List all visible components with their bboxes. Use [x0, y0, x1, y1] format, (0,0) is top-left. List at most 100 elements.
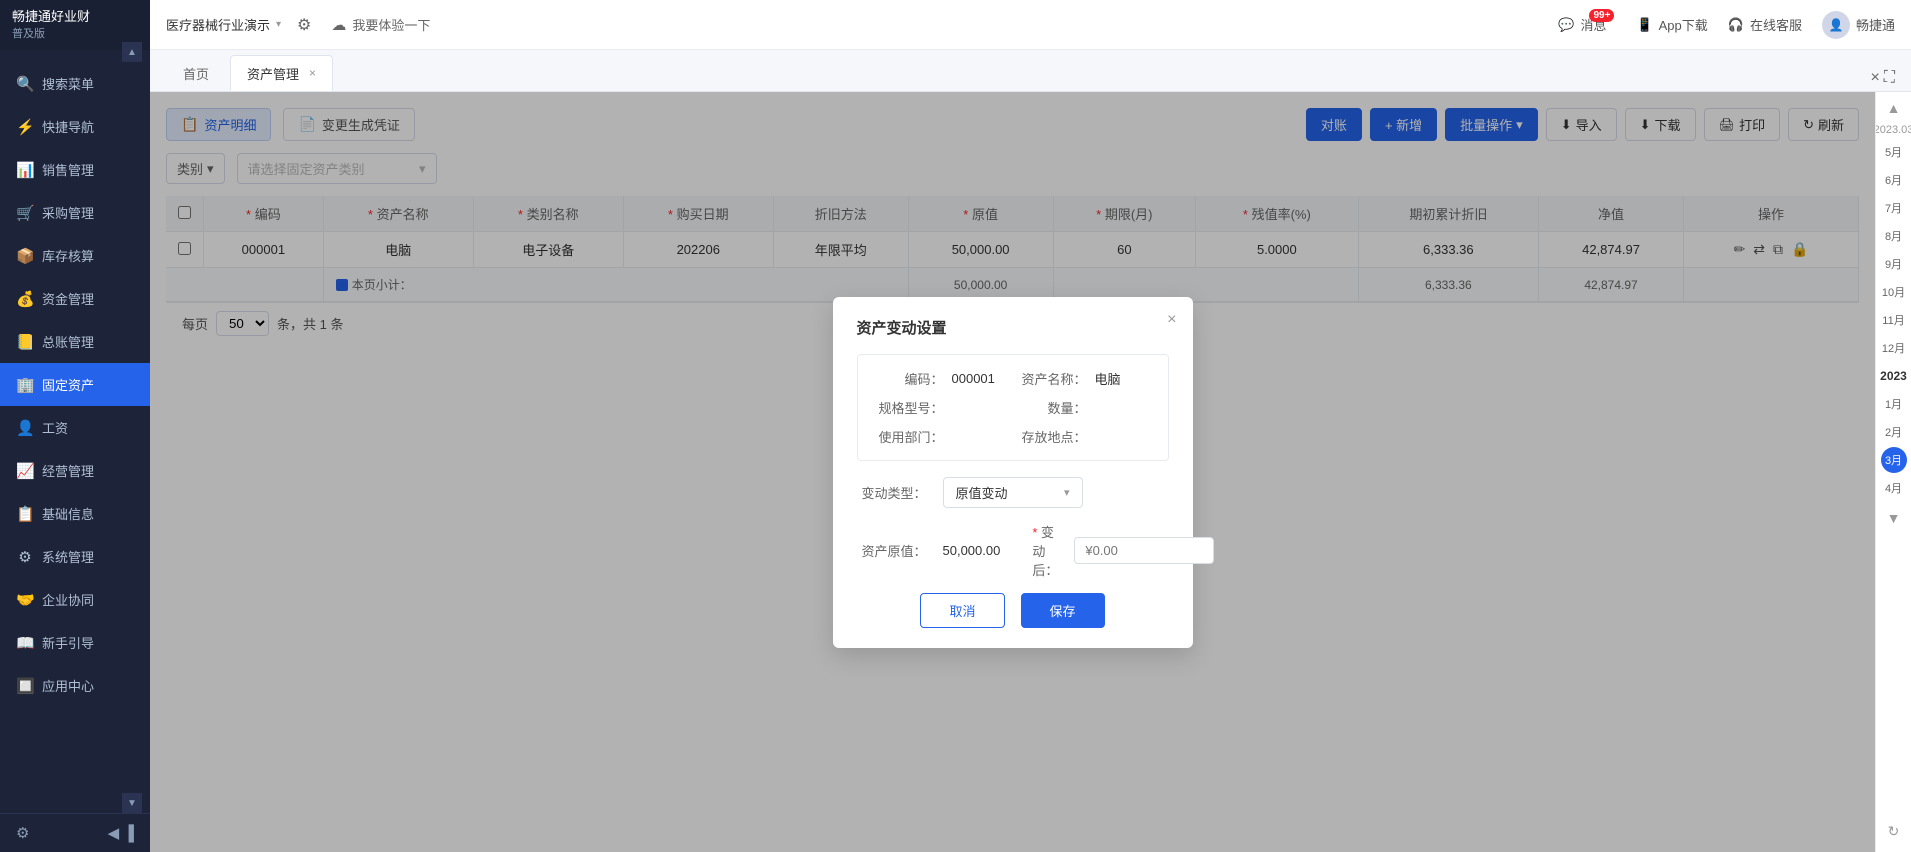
tab-expand-icon[interactable]: ×: [1870, 69, 1879, 87]
required-star: *: [1032, 525, 1037, 540]
sidebar-nav: 🔍 搜索菜单 ⚡ 快捷导航 📊 销售管理 🛒 采购管理 📦 库存核算 💰: [0, 62, 150, 793]
dialog-close-button[interactable]: ×: [1167, 311, 1176, 329]
company-selector[interactable]: 医疗器械行业演示 ▾: [166, 15, 281, 34]
sidebar: 畅捷通好业财 普及版 ▲ 🔍 搜索菜单 ⚡ 快捷导航 📊 销售管理 🛒 采购管理: [0, 0, 150, 852]
sidebar-item-base[interactable]: 📋 基础信息: [0, 492, 150, 535]
sidebar-item-system[interactable]: ⚙ 系统管理: [0, 535, 150, 578]
company-name: 医疗器械行业演示: [166, 15, 270, 34]
sidebar-item-label: 工资: [42, 418, 68, 437]
message-icon: 💬: [1558, 17, 1574, 33]
sidebar-item-search[interactable]: 🔍 搜索菜单: [0, 62, 150, 105]
settings-icon[interactable]: ⚙: [16, 824, 29, 842]
right-sidebar-refresh-icon[interactable]: ↻: [1888, 819, 1900, 848]
cloud-icon: ☁: [331, 16, 346, 34]
month-9[interactable]: 9月: [1879, 251, 1909, 277]
sidebar-item-label: 经营管理: [42, 461, 94, 480]
month-10[interactable]: 10月: [1879, 279, 1909, 305]
sidebar-item-label: 企业协同: [42, 590, 94, 609]
company-dropdown-arrow: ▾: [276, 19, 281, 30]
topbar-right: 💬 消息 99+ 📱 App下载 🎧 在线客服 👤 畅捷通: [1558, 11, 1895, 39]
tab-home[interactable]: 首页: [166, 55, 226, 91]
tab-close-icon[interactable]: ×: [309, 66, 316, 80]
app-download-button[interactable]: 📱 App下载: [1636, 15, 1707, 34]
service-label: 在线客服: [1750, 15, 1802, 34]
user-name: 畅捷通: [1856, 15, 1895, 34]
year-2023: 2023: [1879, 363, 1909, 389]
month-12[interactable]: 12月: [1879, 335, 1909, 361]
sidebar-item-corp[interactable]: 🤝 企业协同: [0, 578, 150, 621]
tab-fullscreen-icon[interactable]: ⛶: [1884, 69, 1895, 87]
logo-main-text: 畅捷通好业财: [12, 9, 90, 26]
month-2[interactable]: 2月: [1879, 419, 1909, 445]
service-icon: 🎧: [1728, 17, 1744, 33]
guide-icon: 📖: [16, 634, 34, 652]
experience-button[interactable]: ☁ 我要体验一下: [331, 15, 430, 34]
sidebar-item-nav[interactable]: ⚡ 快捷导航: [0, 105, 150, 148]
dialog-change-type-select[interactable]: 原值变动 ▾: [943, 477, 1083, 508]
dialog-name-value: 电脑: [1095, 369, 1152, 388]
right-sidebar-scroll-up[interactable]: ▲: [1887, 96, 1901, 120]
right-sidebar-scroll-down[interactable]: ▼: [1887, 506, 1901, 530]
sidebar-item-label: 系统管理: [42, 547, 94, 566]
dialog-name-label: 资产名称：: [1017, 369, 1087, 388]
dialog-row-spec-qty: 规格型号： 数量：: [874, 398, 1152, 417]
sidebar-item-label: 总账管理: [42, 332, 94, 351]
dialog-code-value: 000001: [952, 371, 1009, 386]
month-11[interactable]: 11月: [1879, 307, 1909, 333]
fixed-assets-icon: 🏢: [16, 376, 34, 394]
purchase-icon: 🛒: [16, 204, 34, 222]
month-5[interactable]: 5月: [1879, 139, 1909, 165]
sidebar-item-fixed-assets[interactable]: 🏢 固定资产: [0, 363, 150, 406]
month-6[interactable]: 6月: [1879, 167, 1909, 193]
search-icon: 🔍: [16, 75, 34, 93]
dialog-after-required: * 变动后：: [1032, 522, 1058, 579]
sidebar-scroll-down[interactable]: ▼: [122, 793, 142, 813]
sidebar-item-operations[interactable]: 📈 经营管理: [0, 449, 150, 492]
dialog-row-code-name: 编码： 000001 资产名称： 电脑: [874, 369, 1152, 388]
sidebar-item-fund[interactable]: 💰 资金管理: [0, 277, 150, 320]
month-4[interactable]: 4月: [1879, 475, 1909, 501]
sidebar-item-label: 搜索菜单: [42, 74, 94, 93]
main-area: 医疗器械行业演示 ▾ ⚙ ☁ 我要体验一下 💬 消息 99+ 📱 App下载: [150, 0, 1911, 852]
base-icon: 📋: [16, 505, 34, 523]
dialog-amount-row: 资产原值： 50,000.00 * 变动后：: [857, 522, 1169, 579]
sidebar-item-guide[interactable]: 📖 新手引导: [0, 621, 150, 664]
dialog-dept-label: 使用部门：: [874, 427, 944, 446]
sidebar-scroll-up[interactable]: ▲: [122, 42, 142, 62]
dialog-title: 资产变动设置: [857, 317, 1169, 338]
tab-asset-management[interactable]: 资产管理 ×: [230, 55, 333, 91]
operations-icon: 📈: [16, 462, 34, 480]
right-sidebar: ▲ 2023.03 5月 6月 7月 8月 9月 10月 11月 12月 202…: [1875, 92, 1911, 852]
page-content: 📋 资产明细 📄 变更生成凭证 对账 + 新增: [150, 92, 1911, 852]
user-avatar: 👤: [1822, 11, 1850, 39]
month-1[interactable]: 1月: [1879, 391, 1909, 417]
dialog-asset-original-value: 50,000.00: [943, 543, 1001, 558]
sidebar-item-label: 固定资产: [42, 375, 94, 394]
dialog-after-input[interactable]: [1074, 537, 1214, 564]
dialog-location-label: 存放地点：: [1017, 427, 1087, 446]
dialog-after-label: 变动后：: [1032, 525, 1058, 578]
sidebar-item-apps[interactable]: 🔲 应用中心: [0, 664, 150, 707]
tab-asset-label: 资产管理: [247, 64, 299, 83]
sidebar-item-sales[interactable]: 📊 销售管理: [0, 148, 150, 191]
settings-gear-icon[interactable]: ⚙: [297, 15, 311, 35]
sidebar-item-ledger[interactable]: 📒 总账管理: [0, 320, 150, 363]
sidebar-item-inventory[interactable]: 📦 库存核算: [0, 234, 150, 277]
service-button[interactable]: 🎧 在线客服: [1728, 15, 1802, 34]
sidebar-item-purchase[interactable]: 🛒 采购管理: [0, 191, 150, 234]
month-3-active[interactable]: 3月: [1881, 447, 1907, 473]
dialog-cancel-button[interactable]: 取消: [920, 593, 1004, 628]
month-7[interactable]: 7月: [1879, 195, 1909, 221]
dialog-save-button[interactable]: 保存: [1021, 593, 1105, 628]
fund-icon: 💰: [16, 290, 34, 308]
dialog-change-type-row: 变动类型： 原值变动 ▾: [857, 477, 1169, 508]
message-badge: 99+: [1589, 9, 1614, 22]
dialog-spec-label: 规格型号：: [874, 398, 944, 417]
inventory-icon: 📦: [16, 247, 34, 265]
dialog-info-section: 编码： 000001 资产名称： 电脑 规格型号： 数量：: [857, 354, 1169, 461]
sidebar-item-payroll[interactable]: 👤 工资: [0, 406, 150, 449]
message-button[interactable]: 💬 消息 99+: [1558, 15, 1606, 34]
month-8[interactable]: 8月: [1879, 223, 1909, 249]
collapse-icon[interactable]: ◀ ▐: [108, 824, 134, 842]
user-menu[interactable]: 👤 畅捷通: [1822, 11, 1895, 39]
